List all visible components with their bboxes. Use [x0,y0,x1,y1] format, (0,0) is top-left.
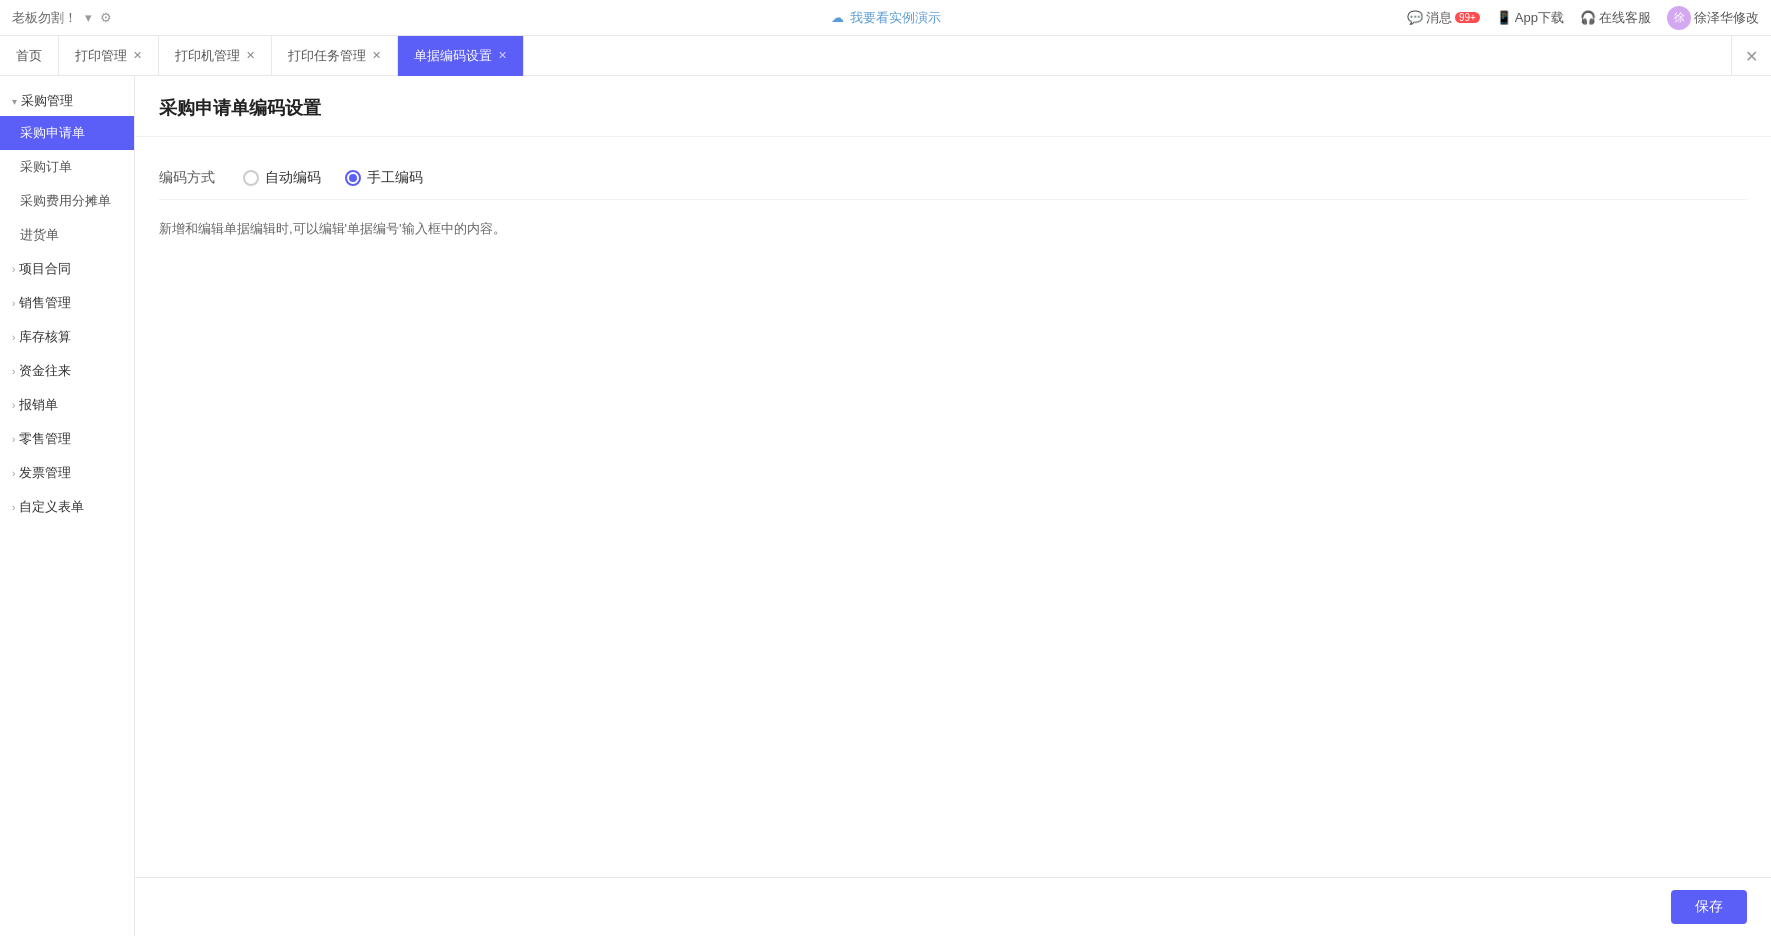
tab-bill-code-close[interactable]: ✕ [498,49,507,62]
auto-encoding-label: 自动编码 [265,169,321,187]
manual-encoding-label: 手工编码 [367,169,423,187]
tab-print-manage-label: 打印管理 [75,47,127,65]
chevron-right-icon-invoice: › [12,468,15,479]
top-bar-right: 💬 消息 99+ 📱 App下载 🎧 在线客服 徐 徐泽华修改 [1407,6,1759,30]
sidebar-item-purchase-order-label: 采购订单 [20,159,72,174]
sidebar-group-project-contract-label: 项目合同 [19,260,71,278]
content-header: 采购申请单编码设置 [135,76,1771,137]
chevron-right-icon-returns: › [12,400,15,411]
content-footer: 保存 [135,877,1771,936]
sidebar-item-purchase-order[interactable]: 采购订单 [0,150,134,184]
app-download-label: App下载 [1515,9,1564,27]
message-badge: 99+ [1455,12,1480,23]
tab-print-manage[interactable]: 打印管理 ✕ [59,36,159,76]
page-title: 采购申请单编码设置 [159,96,1747,120]
sidebar-item-stock-in-label: 进货单 [20,227,59,242]
top-bar-center: ☁ 我要看实例演示 [831,9,941,27]
tab-home-label: 首页 [16,47,42,65]
save-button[interactable]: 保存 [1671,890,1747,924]
chevron-right-icon-inventory: › [12,332,15,343]
sidebar-group-retail-label: 零售管理 [19,430,71,448]
sidebar-group-sales[interactable]: › 销售管理 [0,286,134,320]
chevron-right-icon-sales: › [12,298,15,309]
tab-print-task[interactable]: 打印任务管理 ✕ [272,36,398,76]
chevron-right-icon-capital: › [12,366,15,377]
online-service-label: 在线客服 [1599,9,1651,27]
chevron-right-icon-project: › [12,264,15,275]
logo-text: 老板勿割！ [12,9,77,27]
sidebar-group-retail[interactable]: › 零售管理 [0,422,134,456]
tab-print-task-label: 打印任务管理 [288,47,366,65]
manual-encoding-option[interactable]: 手工编码 [345,169,423,187]
app-download-button[interactable]: 📱 App下载 [1496,9,1564,27]
top-bar: 老板勿割！ ▾ ⚙ ☁ 我要看实例演示 💬 消息 99+ 📱 App下载 🎧 在… [0,0,1771,36]
sidebar-group-capital-label: 资金往来 [19,362,71,380]
chevron-down-icon: ▾ [12,96,17,107]
sidebar-group-purchase-label: 采购管理 [21,92,73,110]
tab-home[interactable]: 首页 [0,36,59,76]
chevron-right-icon-retail: › [12,434,15,445]
sidebar-group-custom-form[interactable]: › 自定义表单 [0,490,134,524]
tab-printer-manage[interactable]: 打印机管理 ✕ [159,36,272,76]
tab-bill-code-label: 单据编码设置 [414,47,492,65]
sidebar-item-purchase-expense[interactable]: 采购费用分摊单 [0,184,134,218]
encoding-label: 编码方式 [159,169,219,187]
dropdown-icon: ▾ [85,10,92,25]
message-label: 消息 [1426,9,1452,27]
sidebar-group-capital[interactable]: › 资金往来 [0,354,134,388]
user-menu[interactable]: 徐 徐泽华修改 [1667,6,1759,30]
auto-encoding-radio[interactable] [243,170,259,186]
sidebar-item-stock-in[interactable]: 进货单 [0,218,134,252]
message-button[interactable]: 💬 消息 99+ [1407,9,1480,27]
sidebar-item-purchase-expense-label: 采购费用分摊单 [20,193,111,208]
tab-print-manage-close[interactable]: ✕ [133,49,142,62]
tabs-bar: 首页 打印管理 ✕ 打印机管理 ✕ 打印任务管理 ✕ 单据编码设置 ✕ ✕ [0,36,1771,76]
main-layout: ▾ 采购管理 采购申请单 采购订单 采购费用分摊单 进货单 › 项目合同 › 销… [0,76,1771,936]
top-bar-left: 老板勿割！ ▾ ⚙ [12,9,112,27]
sidebar-group-sales-label: 销售管理 [19,294,71,312]
sidebar-item-purchase-request[interactable]: 采购申请单 [0,116,134,150]
message-icon: 💬 [1407,10,1423,25]
avatar: 徐 [1667,6,1691,30]
content-body: 编码方式 自动编码 手工编码 新增和编辑单据编辑时,可以编辑'单据编号'输入框中… [135,137,1771,877]
sidebar-group-returns-label: 报销单 [19,396,58,414]
cloud-icon: ☁ [831,10,844,25]
sidebar-group-purchase[interactable]: ▾ 采购管理 [0,84,134,116]
sidebar-group-inventory-label: 库存核算 [19,328,71,346]
demo-text[interactable]: 我要看实例演示 [850,9,941,27]
encoding-mode-row: 编码方式 自动编码 手工编码 [159,157,1747,200]
sidebar-group-invoice-label: 发票管理 [19,464,71,482]
sidebar: ▾ 采购管理 采购申请单 采购订单 采购费用分摊单 进货单 › 项目合同 › 销… [0,76,135,936]
tab-print-task-close[interactable]: ✕ [372,49,381,62]
global-close-button[interactable]: ✕ [1731,36,1771,76]
headset-icon: 🎧 [1580,10,1596,25]
auto-encoding-option[interactable]: 自动编码 [243,169,321,187]
sidebar-group-inventory[interactable]: › 库存核算 [0,320,134,354]
sidebar-group-custom-form-label: 自定义表单 [19,498,84,516]
manual-encoding-radio[interactable] [345,170,361,186]
tab-printer-manage-close[interactable]: ✕ [246,49,255,62]
sidebar-group-project-contract[interactable]: › 项目合同 [0,252,134,286]
sidebar-group-returns[interactable]: › 报销单 [0,388,134,422]
phone-icon: 📱 [1496,10,1512,25]
tab-printer-manage-label: 打印机管理 [175,47,240,65]
user-name: 徐泽华修改 [1694,9,1759,27]
sidebar-item-purchase-request-label: 采购申请单 [20,125,85,140]
sidebar-group-invoice[interactable]: › 发票管理 [0,456,134,490]
content-area: 采购申请单编码设置 编码方式 自动编码 手工编码 新增和编辑单据编辑时,可以编辑… [135,76,1771,936]
tab-bill-code[interactable]: 单据编码设置 ✕ [398,36,524,76]
chevron-right-icon-custom: › [12,502,15,513]
hint-text: 新增和编辑单据编辑时,可以编辑'单据编号'输入框中的内容。 [159,220,1747,238]
settings-icon[interactable]: ⚙ [100,10,112,25]
online-service-button[interactable]: 🎧 在线客服 [1580,9,1651,27]
